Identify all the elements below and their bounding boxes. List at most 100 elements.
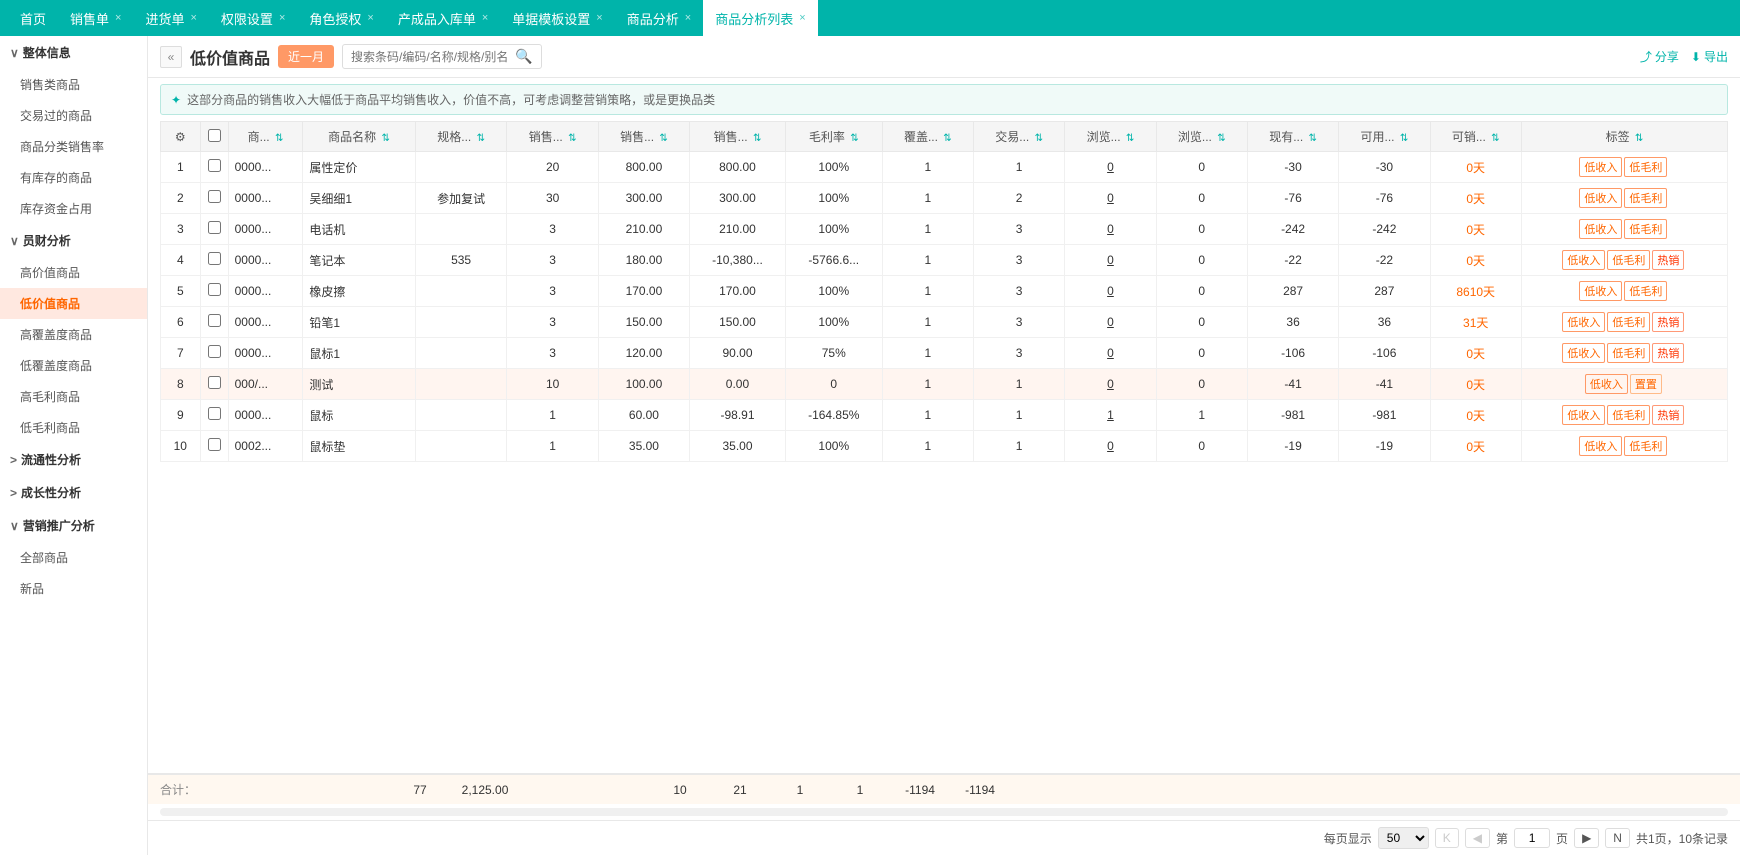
sidebar-item-new-products[interactable]: 新品 [0, 573, 147, 604]
sidebar-item-traded-products[interactable]: 交易过的商品 [0, 100, 147, 131]
row-checkbox[interactable] [208, 190, 221, 203]
cell-views1[interactable]: 0 [1065, 431, 1156, 462]
nav-close-template[interactable]: × [596, 12, 602, 24]
th-spec[interactable]: 规格... ⇅ [415, 122, 507, 152]
th-current[interactable]: 现有... ⇅ [1247, 122, 1338, 152]
last-page-button[interactable]: N [1605, 828, 1630, 848]
nav-home[interactable]: 首页 [8, 0, 58, 36]
cell-views1[interactable]: 0 [1065, 245, 1156, 276]
sidebar-group-growth[interactable]: > 成长性分析 [0, 476, 147, 509]
cell-views1[interactable]: 0 [1065, 183, 1156, 214]
cell-views1[interactable]: 1 [1065, 400, 1156, 431]
sidebar-item-sales-products[interactable]: 销售类商品 [0, 69, 147, 100]
first-page-button[interactable]: K [1435, 828, 1459, 848]
th-tags[interactable]: 标签 ⇅ [1521, 122, 1727, 152]
sidebar-group-marketing[interactable]: ∨ 营销推广分析 [0, 509, 147, 542]
cell-checkbox[interactable] [200, 245, 228, 276]
th-sales-amount[interactable]: 销售... ⇅ [598, 122, 689, 152]
share-button[interactable]: ⤴ 分享 [1640, 48, 1679, 65]
views1-link[interactable]: 0 [1107, 222, 1114, 236]
next-page-button[interactable]: ▶ [1574, 828, 1599, 848]
sidebar-item-inventory-funds[interactable]: 库存资金占用 [0, 193, 147, 224]
nav-close-roles[interactable]: × [367, 12, 373, 24]
cell-views1[interactable]: 0 [1065, 338, 1156, 369]
cell-checkbox[interactable] [200, 152, 228, 183]
search-icon[interactable]: 🔍 [515, 48, 532, 65]
select-all-checkbox[interactable] [208, 129, 221, 142]
nav-sales-order[interactable]: 销售单 × [58, 0, 133, 36]
row-checkbox[interactable] [208, 221, 221, 234]
nav-close-permissions[interactable]: × [279, 12, 285, 24]
views1-link[interactable]: 0 [1107, 284, 1114, 298]
cell-checkbox[interactable] [200, 214, 228, 245]
sidebar-item-stock-products[interactable]: 有库存的商品 [0, 162, 147, 193]
th-sales-cost[interactable]: 销售... ⇅ [690, 122, 786, 152]
filter-recent-month-button[interactable]: 近一月 [278, 45, 334, 68]
cell-checkbox[interactable] [200, 431, 228, 462]
views1-link[interactable]: 1 [1107, 408, 1114, 422]
th-code[interactable]: 商... ⇅ [228, 122, 303, 152]
nav-close-sales-order[interactable]: × [115, 12, 121, 24]
views1-link[interactable]: 0 [1107, 191, 1114, 205]
row-checkbox[interactable] [208, 438, 221, 451]
views1-link[interactable]: 0 [1107, 315, 1114, 329]
th-name[interactable]: 商品名称 ⇅ [303, 122, 415, 152]
th-available[interactable]: 可用... ⇅ [1339, 122, 1430, 152]
row-checkbox[interactable] [208, 376, 221, 389]
cell-checkbox[interactable] [200, 276, 228, 307]
cell-checkbox[interactable] [200, 338, 228, 369]
row-checkbox[interactable] [208, 252, 221, 265]
page-number-input[interactable] [1514, 828, 1550, 848]
nav-product-analysis-list[interactable]: 商品分析列表 × [703, 0, 817, 36]
views1-link[interactable]: 0 [1107, 377, 1114, 391]
horizontal-scrollbar[interactable] [160, 808, 1728, 816]
sidebar-item-high-margin[interactable]: 高毛利商品 [0, 381, 147, 412]
collapse-sidebar-button[interactable]: « [160, 46, 182, 68]
views1-link[interactable]: 0 [1107, 253, 1114, 267]
nav-product-analysis[interactable]: 商品分析 × [615, 0, 703, 36]
export-button[interactable]: ⬇ 导出 [1691, 48, 1728, 65]
th-gross-margin[interactable]: 毛利率 ⇅ [785, 122, 882, 152]
cell-views1[interactable]: 0 [1065, 307, 1156, 338]
row-checkbox[interactable] [208, 283, 221, 296]
cell-views1[interactable]: 0 [1065, 276, 1156, 307]
sidebar-item-category-sales-rate[interactable]: 商品分类销售率 [0, 131, 147, 162]
views1-link[interactable]: 0 [1107, 160, 1114, 174]
th-transactions[interactable]: 交易... ⇅ [973, 122, 1064, 152]
nav-close-purchase[interactable]: × [190, 12, 196, 24]
nav-product-warehouse[interactable]: 产成品入库单 × [386, 0, 500, 36]
cell-checkbox[interactable] [200, 400, 228, 431]
cell-checkbox[interactable] [200, 183, 228, 214]
cell-views1[interactable]: 0 [1065, 214, 1156, 245]
cell-checkbox[interactable] [200, 369, 228, 400]
prev-page-button[interactable]: ◀ [1465, 828, 1490, 848]
th-sales-qty[interactable]: 销售... ⇅ [507, 122, 598, 152]
sidebar-group-financial[interactable]: ∨ 员财分析 [0, 224, 147, 257]
cell-checkbox[interactable] [200, 307, 228, 338]
search-input[interactable] [351, 50, 511, 64]
nav-close-analysis-list[interactable]: × [799, 12, 805, 24]
nav-purchase-order[interactable]: 进货单 × [133, 0, 208, 36]
views1-link[interactable]: 0 [1107, 439, 1114, 453]
cell-views1[interactable]: 0 [1065, 152, 1156, 183]
th-saleable[interactable]: 可销... ⇅ [1430, 122, 1521, 152]
page-size-select[interactable]: 50 100 200 [1378, 827, 1429, 849]
sidebar-item-all-products[interactable]: 全部商品 [0, 542, 147, 573]
th-checkbox[interactable] [200, 122, 228, 152]
th-views2[interactable]: 浏览... ⇅ [1156, 122, 1247, 152]
row-checkbox[interactable] [208, 314, 221, 327]
row-checkbox[interactable] [208, 159, 221, 172]
sidebar-group-circulation[interactable]: > 流通性分析 [0, 443, 147, 476]
sidebar-item-high-coverage[interactable]: 高覆盖度商品 [0, 319, 147, 350]
row-checkbox[interactable] [208, 345, 221, 358]
sidebar-item-low-coverage[interactable]: 低覆盖度商品 [0, 350, 147, 381]
sidebar-item-high-value[interactable]: 高价值商品 [0, 257, 147, 288]
cell-views1[interactable]: 0 [1065, 369, 1156, 400]
th-coverage[interactable]: 覆盖... ⇅ [882, 122, 973, 152]
nav-permissions[interactable]: 权限设置 × [209, 0, 297, 36]
row-checkbox[interactable] [208, 407, 221, 420]
nav-roles[interactable]: 角色授权 × [297, 0, 385, 36]
th-views1[interactable]: 浏览... ⇅ [1065, 122, 1156, 152]
sidebar-item-low-margin[interactable]: 低毛利商品 [0, 412, 147, 443]
nav-close-analysis[interactable]: × [685, 12, 691, 24]
